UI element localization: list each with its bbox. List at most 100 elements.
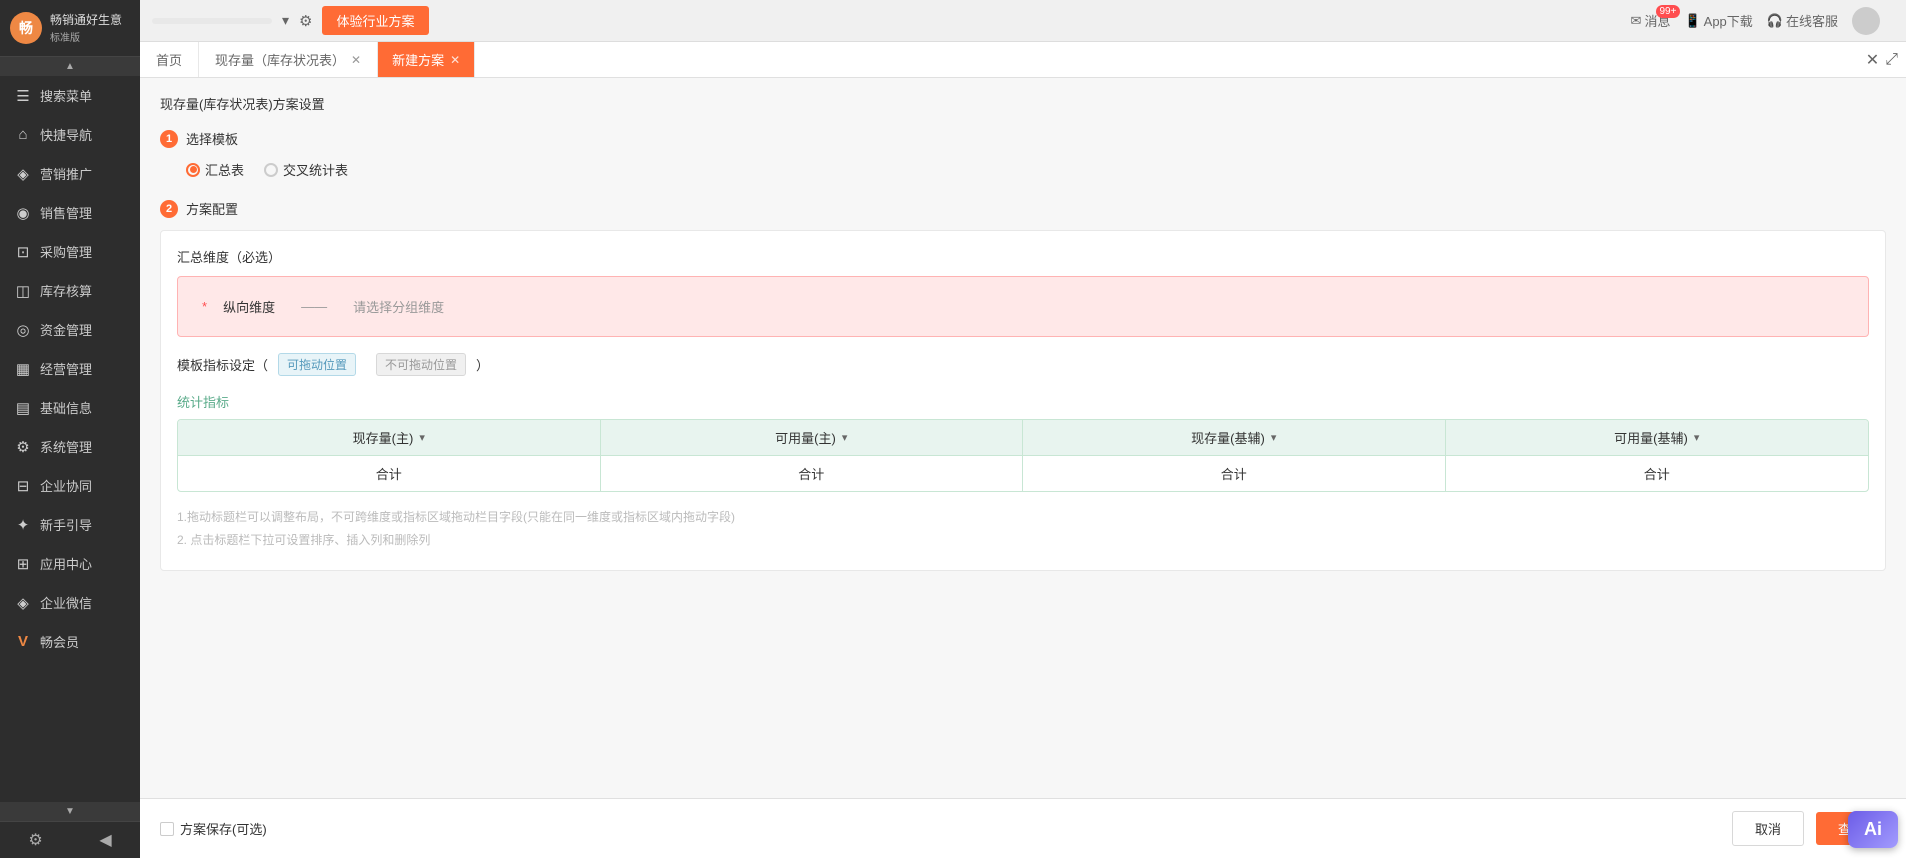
- stats-col-3-chevron: ▾: [1694, 431, 1700, 444]
- message-button[interactable]: ✉ 消息 99+: [1631, 11, 1671, 30]
- step1-header: 1 选择模板: [160, 129, 1886, 148]
- tip-item-1: 1.拖动标题栏可以调整布局，不可跨维度或指标区域拖动栏目字段(只能在同一维度或指…: [177, 508, 1869, 527]
- topbar-dropdown-btn[interactable]: ▾: [282, 12, 289, 29]
- inventory-icon: ◫: [14, 282, 32, 300]
- wechat-icon: ◈: [14, 594, 32, 612]
- sidebar-logo: 畅 畅销通好生意 标准版: [0, 0, 140, 57]
- tab-close-btn[interactable]: ✕: [1866, 50, 1879, 70]
- sidebar-item-label: 销售管理: [40, 203, 92, 222]
- tab-expand-btn[interactable]: ⤢: [1885, 51, 1898, 69]
- step2-card: 汇总维度（必选） * 纵向维度 —— 请选择分组维度 模板指标设定（ 可拖动位置…: [160, 230, 1886, 571]
- sidebar-item-label: 经营管理: [40, 359, 92, 378]
- sidebar-item-label: 库存核算: [40, 281, 92, 300]
- radio-cross-table[interactable]: 交叉统计表: [264, 160, 348, 179]
- search-menu-icon: ☰: [14, 87, 32, 105]
- stats-col-0[interactable]: 现存量(主) ▾: [178, 420, 601, 455]
- stats-col-3[interactable]: 可用量(基辅) ▾: [1446, 420, 1869, 455]
- radio-cross-label: 交叉统计表: [283, 160, 348, 179]
- save-plan-label: 方案保存(可选): [180, 819, 267, 838]
- sidebar-item-finance[interactable]: ◎ 资金管理: [0, 310, 140, 349]
- app-name: 畅销通好生意: [50, 12, 122, 29]
- stats-col-2-chevron: ▾: [1271, 431, 1277, 444]
- cooperation-icon: ⊟: [14, 477, 32, 495]
- tab-home[interactable]: 首页: [140, 42, 199, 77]
- sidebar-item-label: 企业微信: [40, 593, 92, 612]
- finance-icon: ◎: [14, 321, 32, 339]
- stats-table-row-1: 合计 合计 合计 合计: [178, 455, 1868, 491]
- phone-icon: 📱: [1684, 13, 1700, 29]
- user-avatar[interactable]: [1852, 7, 1880, 35]
- dim-placeholder[interactable]: 请选择分组维度: [353, 297, 444, 316]
- logo-icon: 畅: [10, 12, 42, 44]
- app-download-button[interactable]: 📱 App下载: [1684, 11, 1752, 30]
- step2-num: 2: [160, 200, 178, 218]
- sidebar-item-vip[interactable]: V 畅会员: [0, 622, 140, 661]
- stats-col-2[interactable]: 现存量(基辅) ▾: [1023, 420, 1446, 455]
- sidebar-item-guide[interactable]: ✦ 新手引导: [0, 505, 140, 544]
- app-version: 标准版: [50, 29, 122, 44]
- stats-col-1-label: 可用量(主): [775, 428, 836, 447]
- sidebar-item-basic-info[interactable]: ▤ 基础信息: [0, 388, 140, 427]
- online-service-button[interactable]: 🎧 在线客服: [1767, 11, 1838, 30]
- step1-section: 1 选择模板 汇总表 交叉统计表: [160, 129, 1886, 179]
- stats-col-1[interactable]: 可用量(主) ▾: [601, 420, 1024, 455]
- sidebar-item-label: 系统管理: [40, 437, 92, 456]
- radio-summary-label: 汇总表: [205, 160, 244, 179]
- vip-icon: V: [14, 633, 32, 651]
- basic-info-icon: ▤: [14, 399, 32, 417]
- cancel-button[interactable]: 取消: [1732, 811, 1804, 846]
- sidebar-item-purchase[interactable]: ⊡ 采购管理: [0, 232, 140, 271]
- sidebar-scroll-up[interactable]: ▲: [0, 57, 140, 76]
- sidebar-nav: ☰ 搜索菜单 ⌂ 快捷导航 ◈ 营销推广 ◉ 销售管理 ⊡ 采购管理 ◫ 库存核…: [0, 76, 140, 802]
- tips-section: 1.拖动标题栏可以调整布局，不可跨维度或指标区域拖动栏目字段(只能在同一维度或指…: [177, 508, 1869, 550]
- step2-label: 方案配置: [186, 199, 238, 218]
- sidebar-item-search[interactable]: ☰ 搜索菜单: [0, 76, 140, 115]
- topbar-gear-btn[interactable]: ⚙: [299, 12, 312, 30]
- sidebar-item-sales[interactable]: ◉ 销售管理: [0, 193, 140, 232]
- sidebar-item-label: 快捷导航: [40, 125, 92, 144]
- sidebar-item-appcenter[interactable]: ⊞ 应用中心: [0, 544, 140, 583]
- dim-dash: ——: [301, 299, 327, 314]
- headset-icon: 🎧: [1767, 13, 1783, 29]
- sidebar-item-wechat[interactable]: ◈ 企业微信: [0, 583, 140, 622]
- sidebar-item-operations[interactable]: ▦ 经营管理: [0, 349, 140, 388]
- industry-solution-button[interactable]: 体验行业方案: [322, 6, 428, 35]
- save-plan-checkbox[interactable]: [160, 822, 174, 836]
- settings-footer-btn[interactable]: ⚙: [28, 830, 42, 850]
- stats-cell-3-0: 合计: [1446, 456, 1869, 491]
- indicator-setting: 模板指标设定（ 可拖动位置 不可拖动位置 ）: [177, 353, 1869, 376]
- guide-icon: ✦: [14, 516, 32, 534]
- dimension-pink-box: * 纵向维度 —— 请选择分组维度: [177, 276, 1869, 337]
- sidebar-item-cooperation[interactable]: ⊟ 企业协同: [0, 466, 140, 505]
- stats-col-2-label: 现存量(基辅): [1191, 428, 1265, 447]
- sidebar-scroll-down[interactable]: ▼: [0, 802, 140, 821]
- indicator-setting-label: 模板指标设定（: [177, 355, 268, 374]
- marketing-icon: ◈: [14, 165, 32, 183]
- stats-cell-1-0: 合计: [601, 456, 1024, 491]
- sidebar-item-system[interactable]: ⚙ 系统管理: [0, 427, 140, 466]
- save-plan-checkbox-label[interactable]: 方案保存(可选): [160, 819, 267, 838]
- stats-section: 统计指标 现存量(主) ▾ 可用量(主) ▾: [177, 392, 1869, 492]
- message-badge: 99+: [1656, 5, 1681, 18]
- tabs-bar: 首页 现存量（库存状况表） ✕ 新建方案 ✕ ✕ ⤢: [140, 42, 1906, 78]
- vertical-dim-label: 纵向维度: [223, 297, 275, 316]
- sidebar-item-inventory[interactable]: ◫ 库存核算: [0, 271, 140, 310]
- dimension-required-label: 汇总维度（必选）: [177, 247, 1869, 266]
- tab-new-plan-close[interactable]: ✕: [450, 53, 460, 67]
- collapse-footer-btn[interactable]: ◀: [99, 830, 111, 850]
- tip-item-2: 2. 点击标题栏下拉可设置排序、插入列和删除列: [177, 531, 1869, 550]
- tab-inventory-status[interactable]: 现存量（库存状况表） ✕: [199, 42, 378, 77]
- home-icon: ⌂: [14, 126, 32, 144]
- radio-summary-table[interactable]: 汇总表: [186, 160, 244, 179]
- tab-home-label: 首页: [156, 50, 182, 69]
- step2-section: 2 方案配置 汇总维度（必选） * 纵向维度 —— 请选择分组维度 模板指标设定…: [160, 199, 1886, 571]
- tab-inventory-close[interactable]: ✕: [351, 53, 361, 67]
- sidebar-item-marketing[interactable]: ◈ 营销推广: [0, 154, 140, 193]
- tab-new-plan[interactable]: 新建方案 ✕: [378, 42, 475, 77]
- topbar: ▾ ⚙ 体验行业方案 ✉ 消息 99+ 📱 App下载 🎧 在线客服: [140, 0, 1906, 42]
- required-star: *: [202, 299, 207, 314]
- ai-badge[interactable]: Ai: [1848, 811, 1898, 848]
- tab-new-plan-label: 新建方案: [392, 50, 444, 69]
- sidebar-item-quicknav[interactable]: ⌂ 快捷导航: [0, 115, 140, 154]
- stats-table-header: 现存量(主) ▾ 可用量(主) ▾ 现存量(基辅) ▾: [178, 420, 1868, 455]
